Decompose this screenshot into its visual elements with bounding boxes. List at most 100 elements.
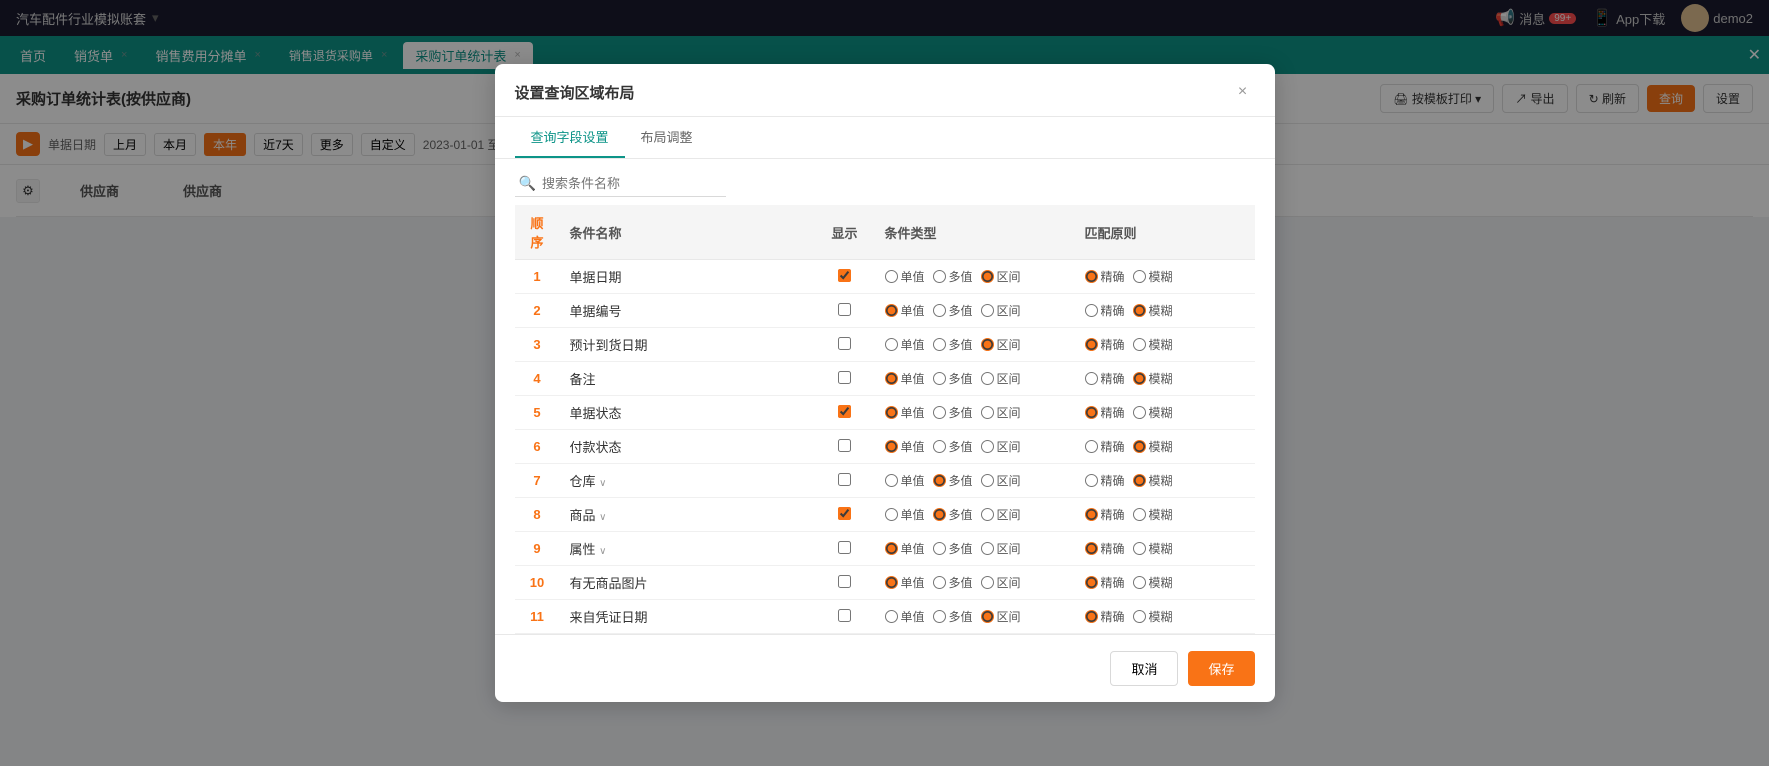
row-type-cell: 单值多值区间 xyxy=(875,600,1075,634)
radio-type-单值[interactable]: 单值 xyxy=(885,506,925,523)
radio-type-区间[interactable]: 区间 xyxy=(981,574,1021,591)
row-show-checkbox-cell xyxy=(815,260,875,294)
row-show-checkbox-cell xyxy=(815,566,875,600)
radio-rule-模糊[interactable]: 模糊 xyxy=(1133,302,1173,319)
row-show-checkbox[interactable] xyxy=(838,371,851,384)
save-btn[interactable]: 保存 xyxy=(1188,651,1254,686)
radio-type-单值[interactable]: 单值 xyxy=(885,370,925,387)
radio-rule-精确[interactable]: 精确 xyxy=(1085,506,1125,523)
row-rule-cell: 精确模糊 xyxy=(1075,328,1255,362)
row-show-checkbox-cell xyxy=(815,362,875,396)
radio-type-区间[interactable]: 区间 xyxy=(981,608,1021,625)
radio-type-区间[interactable]: 区间 xyxy=(981,540,1021,557)
radio-type-单值[interactable]: 单值 xyxy=(885,302,925,319)
radio-rule-精确[interactable]: 精确 xyxy=(1085,540,1125,557)
radio-type-多值[interactable]: 多值 xyxy=(933,438,973,455)
row-order: 7 xyxy=(515,464,560,498)
row-rule-cell: 精确模糊 xyxy=(1075,498,1255,532)
radio-rule-精确[interactable]: 精确 xyxy=(1085,302,1125,319)
radio-type-单值[interactable]: 单值 xyxy=(885,404,925,421)
radio-rule-精确[interactable]: 精确 xyxy=(1085,268,1125,285)
radio-type-单值[interactable]: 单值 xyxy=(885,574,925,591)
radio-rule-精确[interactable]: 精确 xyxy=(1085,608,1125,625)
radio-rule-精确[interactable]: 精确 xyxy=(1085,574,1125,591)
radio-rule-模糊[interactable]: 模糊 xyxy=(1133,438,1173,455)
radio-type-多值[interactable]: 多值 xyxy=(933,574,973,591)
row-show-checkbox[interactable] xyxy=(838,473,851,486)
radio-type-单值[interactable]: 单值 xyxy=(885,608,925,625)
row-show-checkbox[interactable] xyxy=(838,269,851,282)
radio-rule-模糊[interactable]: 模糊 xyxy=(1133,336,1173,353)
radio-rule-模糊[interactable]: 模糊 xyxy=(1133,404,1173,421)
row-show-checkbox[interactable] xyxy=(838,405,851,418)
row-show-checkbox-cell xyxy=(815,396,875,430)
settings-modal: 设置查询区域布局 × 查询字段设置 布局调整 🔍 顺序 条件名称 显示 xyxy=(495,64,1275,702)
row-show-checkbox-cell xyxy=(815,532,875,566)
row-type-cell: 单值多值区间 xyxy=(875,328,1075,362)
row-show-checkbox-cell xyxy=(815,430,875,464)
radio-rule-模糊[interactable]: 模糊 xyxy=(1133,540,1173,557)
row-type-cell: 单值多值区间 xyxy=(875,566,1075,600)
radio-type-多值[interactable]: 多值 xyxy=(933,302,973,319)
cancel-btn[interactable]: 取消 xyxy=(1110,651,1178,686)
modal-close-btn[interactable]: × xyxy=(1231,80,1255,104)
row-type-cell: 单值多值区间 xyxy=(875,464,1075,498)
radio-rule-模糊[interactable]: 模糊 xyxy=(1133,268,1173,285)
th-type: 条件类型 xyxy=(875,205,1075,260)
row-rule-cell: 精确模糊 xyxy=(1075,600,1255,634)
radio-type-区间[interactable]: 区间 xyxy=(981,336,1021,353)
search-input[interactable] xyxy=(542,176,722,191)
radio-type-区间[interactable]: 区间 xyxy=(981,370,1021,387)
modal-tab-layout[interactable]: 布局调整 xyxy=(625,117,709,158)
row-order: 3 xyxy=(515,328,560,362)
row-show-checkbox[interactable] xyxy=(838,541,851,554)
radio-rule-精确[interactable]: 精确 xyxy=(1085,336,1125,353)
radio-rule-模糊[interactable]: 模糊 xyxy=(1133,608,1173,625)
radio-type-多值[interactable]: 多值 xyxy=(933,404,973,421)
row-rule-cell: 精确模糊 xyxy=(1075,362,1255,396)
radio-rule-模糊[interactable]: 模糊 xyxy=(1133,370,1173,387)
th-order: 顺序 xyxy=(515,205,560,260)
row-show-checkbox[interactable] xyxy=(838,575,851,588)
radio-rule-精确[interactable]: 精确 xyxy=(1085,404,1125,421)
radio-type-多值[interactable]: 多值 xyxy=(933,540,973,557)
row-order: 5 xyxy=(515,396,560,430)
row-show-checkbox[interactable] xyxy=(838,303,851,316)
radio-rule-模糊[interactable]: 模糊 xyxy=(1133,472,1173,489)
modal-title: 设置查询区域布局 xyxy=(515,82,635,103)
radio-type-单值[interactable]: 单值 xyxy=(885,540,925,557)
row-condition-name: 属性 ∨ xyxy=(560,532,815,566)
modal-tab-query-fields[interactable]: 查询字段设置 xyxy=(515,117,625,158)
radio-type-多值[interactable]: 多值 xyxy=(933,336,973,353)
row-show-checkbox[interactable] xyxy=(838,507,851,520)
row-rule-cell: 精确模糊 xyxy=(1075,294,1255,328)
radio-type-多值[interactable]: 多值 xyxy=(933,370,973,387)
radio-type-区间[interactable]: 区间 xyxy=(981,472,1021,489)
radio-type-区间[interactable]: 区间 xyxy=(981,268,1021,285)
radio-type-区间[interactable]: 区间 xyxy=(981,404,1021,421)
radio-rule-精确[interactable]: 精确 xyxy=(1085,438,1125,455)
radio-type-多值[interactable]: 多值 xyxy=(933,472,973,489)
radio-type-多值[interactable]: 多值 xyxy=(933,268,973,285)
radio-type-单值[interactable]: 单值 xyxy=(885,438,925,455)
row-show-checkbox-cell xyxy=(815,498,875,532)
row-type-cell: 单值多值区间 xyxy=(875,362,1075,396)
radio-type-区间[interactable]: 区间 xyxy=(981,506,1021,523)
radio-rule-模糊[interactable]: 模糊 xyxy=(1133,574,1173,591)
radio-rule-模糊[interactable]: 模糊 xyxy=(1133,506,1173,523)
radio-rule-精确[interactable]: 精确 xyxy=(1085,370,1125,387)
radio-type-多值[interactable]: 多值 xyxy=(933,608,973,625)
row-show-checkbox[interactable] xyxy=(838,609,851,622)
row-condition-name: 备注 xyxy=(560,362,815,396)
radio-type-单值[interactable]: 单值 xyxy=(885,336,925,353)
row-rule-cell: 精确模糊 xyxy=(1075,532,1255,566)
radio-type-单值[interactable]: 单值 xyxy=(885,472,925,489)
radio-type-单值[interactable]: 单值 xyxy=(885,268,925,285)
row-show-checkbox[interactable] xyxy=(838,439,851,452)
radio-type-区间[interactable]: 区间 xyxy=(981,438,1021,455)
row-rule-cell: 精确模糊 xyxy=(1075,260,1255,294)
radio-type-区间[interactable]: 区间 xyxy=(981,302,1021,319)
row-show-checkbox[interactable] xyxy=(838,337,851,350)
radio-rule-精确[interactable]: 精确 xyxy=(1085,472,1125,489)
radio-type-多值[interactable]: 多值 xyxy=(933,506,973,523)
